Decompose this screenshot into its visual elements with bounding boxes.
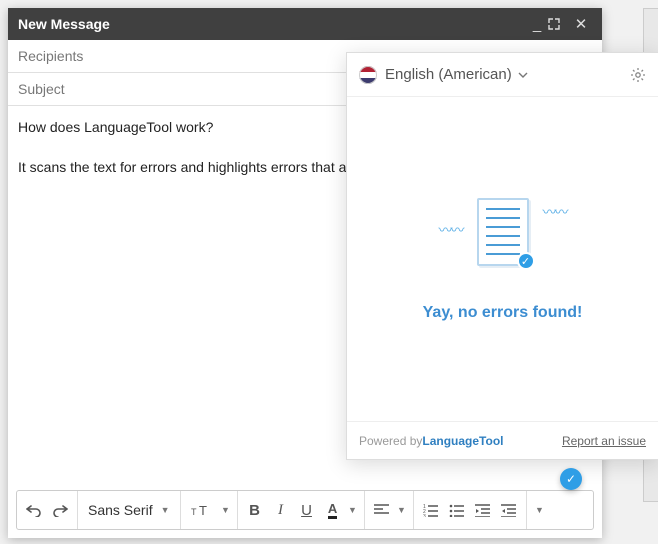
more-formatting-button[interactable]: ▼: [531, 496, 549, 524]
close-button[interactable]: ✕: [570, 17, 592, 32]
font-family-label: Sans Serif: [88, 502, 153, 518]
check-icon: ✓: [517, 252, 535, 270]
undo-button[interactable]: [21, 496, 47, 524]
font-size-caret[interactable]: ▼: [219, 496, 233, 524]
font-family-select[interactable]: Sans Serif ▼: [82, 502, 176, 518]
svg-text:T: T: [199, 503, 207, 517]
bold-button[interactable]: B: [242, 496, 268, 524]
subject-placeholder: Subject: [18, 81, 65, 97]
document-illustration: 〰〰 〰〰 ✓: [443, 196, 563, 276]
report-issue-link[interactable]: Report an issue: [562, 434, 646, 448]
lt-footer: Powered by LanguageTool Report an issue: [347, 421, 658, 459]
redo-button[interactable]: [47, 496, 73, 524]
minimize-button[interactable]: _: [526, 17, 548, 32]
fullscreen-button[interactable]: [548, 18, 570, 30]
document-icon: ✓: [477, 198, 529, 266]
chevron-down-icon: ▼: [221, 505, 230, 515]
powered-by-label: Powered by: [359, 434, 422, 448]
recipients-placeholder: Recipients: [18, 48, 83, 64]
text-color-button[interactable]: A: [320, 496, 346, 524]
language-select[interactable]: English (American): [385, 66, 622, 83]
window-title: New Message: [18, 16, 526, 32]
numbered-list-button[interactable]: 123: [418, 496, 444, 524]
squiggle-icon: 〰〰: [543, 202, 567, 222]
chevron-down-icon: [518, 72, 528, 78]
indent-more-button[interactable]: [496, 496, 522, 524]
svg-text:3: 3: [423, 514, 426, 517]
languagetool-popover: English (American) 〰〰 〰〰 ✓ Yay, no error…: [346, 52, 658, 460]
chevron-down-icon: ▼: [348, 505, 357, 515]
title-bar: New Message _ ✕: [8, 8, 602, 40]
no-errors-message: Yay, no errors found!: [423, 304, 583, 322]
language-label: English (American): [385, 66, 512, 83]
lt-header: English (American): [347, 53, 658, 97]
align-button[interactable]: [369, 496, 395, 524]
underline-button[interactable]: U: [294, 496, 320, 524]
squiggle-icon: 〰〰: [439, 220, 463, 240]
formatting-toolbar: Sans Serif ▼ TT ▼ B I U A ▼ ▼: [16, 490, 594, 530]
chevron-down-icon: ▼: [161, 505, 170, 515]
lt-body: 〰〰 〰〰 ✓ Yay, no errors found!: [347, 97, 658, 421]
font-size-button[interactable]: TT: [185, 496, 219, 524]
indent-less-button[interactable]: [470, 496, 496, 524]
bulleted-list-button[interactable]: [444, 496, 470, 524]
brand-link[interactable]: LanguageTool: [422, 434, 503, 448]
text-color-caret[interactable]: ▼: [346, 496, 360, 524]
svg-text:T: T: [191, 507, 197, 517]
align-caret[interactable]: ▼: [395, 496, 409, 524]
italic-button[interactable]: I: [268, 496, 294, 524]
settings-button[interactable]: [630, 67, 646, 83]
chevron-down-icon: ▼: [397, 505, 406, 515]
us-flag-icon: [359, 66, 377, 84]
languagetool-indicator[interactable]: ✓: [560, 468, 582, 490]
chevron-down-icon: ▼: [535, 505, 544, 515]
